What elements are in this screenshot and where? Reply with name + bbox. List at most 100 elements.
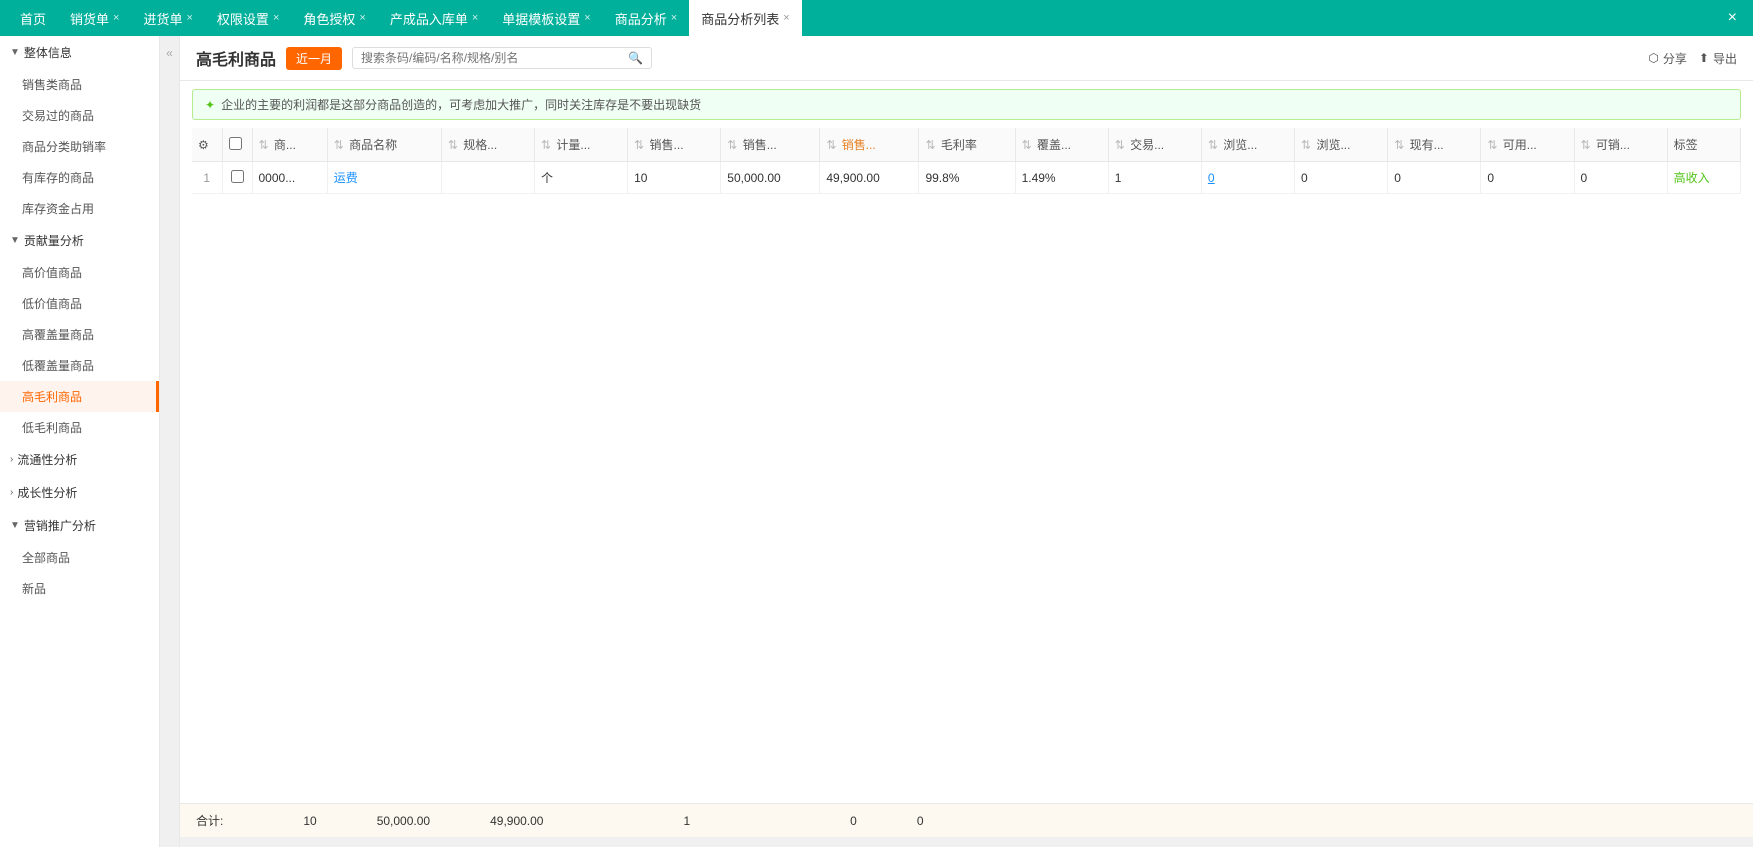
cell-views2: 0 — [1295, 162, 1388, 194]
col-views1[interactable]: ⇅ 浏览... — [1201, 128, 1294, 162]
nav-home[interactable]: 首页 — [8, 0, 58, 36]
nav-product-entry[interactable]: 产成品入库单 × — [378, 0, 490, 36]
col-spec[interactable]: ⇅ 规格... — [441, 128, 534, 162]
collapse-arrow-contribution: ▼ — [10, 235, 20, 246]
nav-close-template[interactable]: × — [584, 12, 590, 24]
sidebar-item-inventory-capital[interactable]: 库存资金占用 — [0, 193, 159, 224]
footer-values: 10 50,000.00 49,900.00 1 0 0 — [303, 814, 923, 828]
sidebar-item-high-coverage[interactable]: 高覆盖量商品 — [0, 319, 159, 350]
sidebar-group-overall[interactable]: ▼ 整体信息 — [0, 36, 159, 69]
collapse-arrow-overall: ▼ — [10, 47, 20, 58]
collapse-arrow-marketing: ▼ — [10, 520, 20, 531]
nav-close-purchase[interactable]: × — [186, 12, 192, 24]
nav-close-role[interactable]: × — [359, 12, 365, 24]
info-text: 企业的主要的利润都是这部分商品创造的，可考虑加大推广，同时关注库存是不要出现缺货 — [221, 96, 701, 113]
col-coverage[interactable]: ⇅ 覆盖... — [1015, 128, 1108, 162]
cell-sales-amount: 50,000.00 — [721, 162, 820, 194]
nav-purchase-order[interactable]: 进货单 × — [131, 0, 204, 36]
share-button[interactable]: ⬡ 分享 — [1648, 50, 1687, 67]
search-icon[interactable]: 🔍 — [628, 51, 643, 65]
col-sellable-stock[interactable]: ⇅ 可销... — [1574, 128, 1667, 162]
sidebar-collapse-button[interactable]: « — [160, 36, 180, 847]
col-tag[interactable]: 标签 — [1667, 128, 1740, 162]
sidebar-item-category-rate[interactable]: 商品分类助销率 — [0, 131, 159, 162]
nav-close-permission[interactable]: × — [273, 12, 279, 24]
close-all-button[interactable]: × — [1720, 9, 1745, 27]
cell-sales-qty: 10 — [628, 162, 721, 194]
sidebar-item-stock-goods[interactable]: 有库存的商品 — [0, 162, 159, 193]
sidebar-item-sales-goods[interactable]: 销售类商品 — [0, 69, 159, 100]
cell-sales-cost: 49,900.00 — [820, 162, 919, 194]
export-button[interactable]: ⬆ 导出 — [1699, 50, 1737, 67]
nav-product-analysis-list[interactable]: 商品分析列表 × — [689, 0, 801, 36]
cell-checkbox[interactable] — [222, 162, 252, 194]
cell-tag: 高收入 — [1667, 162, 1740, 194]
cell-code: 0000... — [252, 162, 327, 194]
sidebar-item-high-value[interactable]: 高价值商品 — [0, 257, 159, 288]
nav-close-product-analysis[interactable]: × — [671, 12, 677, 24]
search-input[interactable] — [361, 51, 628, 65]
col-unit[interactable]: ⇅ 计量... — [534, 128, 627, 162]
content-header: 高毛利商品 近一月 🔍 ⬡ 分享 ⬆ 导出 — [180, 36, 1753, 81]
col-transactions[interactable]: ⇅ 交易... — [1108, 128, 1201, 162]
col-code[interactable]: ⇅ 商... — [252, 128, 327, 162]
sidebar-item-high-margin[interactable]: 高毛利商品 — [0, 381, 159, 412]
nav-close-sales-order[interactable]: × — [113, 12, 119, 24]
footer-label: 合计: — [196, 812, 223, 829]
col-gross-margin[interactable]: ⇅ 毛利率 — [919, 128, 1015, 162]
sidebar-group-liquidity[interactable]: › 流通性分析 — [0, 443, 159, 476]
table-wrapper: ⚙ ⇅ 商... ⇅ 商品名称 — [180, 128, 1753, 803]
col-sales-cost[interactable]: ⇅ 销售... — [820, 128, 919, 162]
sidebar-item-low-margin[interactable]: 低毛利商品 — [0, 412, 159, 443]
table-header-row: ⚙ ⇅ 商... ⇅ 商品名称 — [192, 128, 1741, 162]
col-current-stock[interactable]: ⇅ 现有... — [1388, 128, 1481, 162]
table-footer: 合计: 10 50,000.00 49,900.00 1 0 0 — [180, 803, 1753, 837]
sidebar-item-new-goods[interactable]: 新品 — [0, 573, 159, 604]
info-banner: ✦ 企业的主要的利润都是这部分商品创造的，可考虑加大推广，同时关注库存是不要出现… — [192, 89, 1741, 120]
select-all-checkbox[interactable] — [229, 137, 242, 150]
cell-name[interactable]: 运费 — [327, 162, 441, 194]
search-box: 🔍 — [352, 47, 652, 69]
col-sales-amount[interactable]: ⇅ 销售... — [721, 128, 820, 162]
col-name[interactable]: ⇅ 商品名称 — [327, 128, 441, 162]
sidebar-item-all-goods[interactable]: 全部商品 — [0, 542, 159, 573]
nav-template[interactable]: 单据模板设置 × — [490, 0, 602, 36]
footer-sales-amount: 50,000.00 — [377, 814, 430, 828]
sidebar-group-growth[interactable]: › 成长性分析 — [0, 476, 159, 509]
info-icon: ✦ — [205, 98, 215, 112]
sidebar-group-marketing[interactable]: ▼ 营销推广分析 — [0, 509, 159, 542]
col-sales-qty[interactable]: ⇅ 销售... — [628, 128, 721, 162]
col-settings[interactable]: ⚙ — [192, 128, 222, 162]
cell-views1[interactable]: 0 — [1201, 162, 1294, 194]
horizontal-scrollbar[interactable] — [180, 837, 1753, 847]
content-area: 高毛利商品 近一月 🔍 ⬡ 分享 ⬆ 导出 — [180, 36, 1753, 847]
header-actions: ⬡ 分享 ⬆ 导出 — [1648, 50, 1737, 67]
cell-gross-margin: 99.8% — [919, 162, 1015, 194]
col-available-stock[interactable]: ⇅ 可用... — [1481, 128, 1574, 162]
footer-transactions: 1 — [683, 814, 690, 828]
col-checkbox — [222, 128, 252, 162]
table-body: 1 0000... 运费 个 10 50,000.00 49,900.00 99… — [192, 162, 1741, 194]
col-views2[interactable]: ⇅ 浏览... — [1295, 128, 1388, 162]
export-icon: ⬆ — [1699, 51, 1709, 65]
data-table: ⚙ ⇅ 商... ⇅ 商品名称 — [192, 128, 1741, 194]
nav-sales-order[interactable]: 销货单 × — [58, 0, 131, 36]
sidebar-group-contribution[interactable]: ▼ 贡献量分析 — [0, 224, 159, 257]
sidebar: ▼ 整体信息 销售类商品 交易过的商品 商品分类助销率 有库存的商品 库存资金占… — [0, 36, 160, 847]
sidebar-item-traded-goods[interactable]: 交易过的商品 — [0, 100, 159, 131]
footer-available-stock: 0 — [917, 814, 924, 828]
nav-role-auth[interactable]: 角色授权 × — [291, 0, 377, 36]
footer-current-stock: 0 — [850, 814, 857, 828]
nav-product-analysis[interactable]: 商品分析 × — [603, 0, 689, 36]
table-row: 1 0000... 运费 个 10 50,000.00 49,900.00 99… — [192, 162, 1741, 194]
cell-coverage: 1.49% — [1015, 162, 1108, 194]
sidebar-item-low-value[interactable]: 低价值商品 — [0, 288, 159, 319]
cell-num: 1 — [192, 162, 222, 194]
filter-recent-month-button[interactable]: 近一月 — [286, 47, 342, 70]
nav-close-product-entry[interactable]: × — [472, 12, 478, 24]
nav-close-list[interactable]: × — [783, 12, 789, 24]
nav-permission[interactable]: 权限设置 × — [205, 0, 291, 36]
collapse-arrow-growth: › — [10, 487, 13, 498]
cell-unit: 个 — [534, 162, 627, 194]
sidebar-item-low-coverage[interactable]: 低覆盖量商品 — [0, 350, 159, 381]
